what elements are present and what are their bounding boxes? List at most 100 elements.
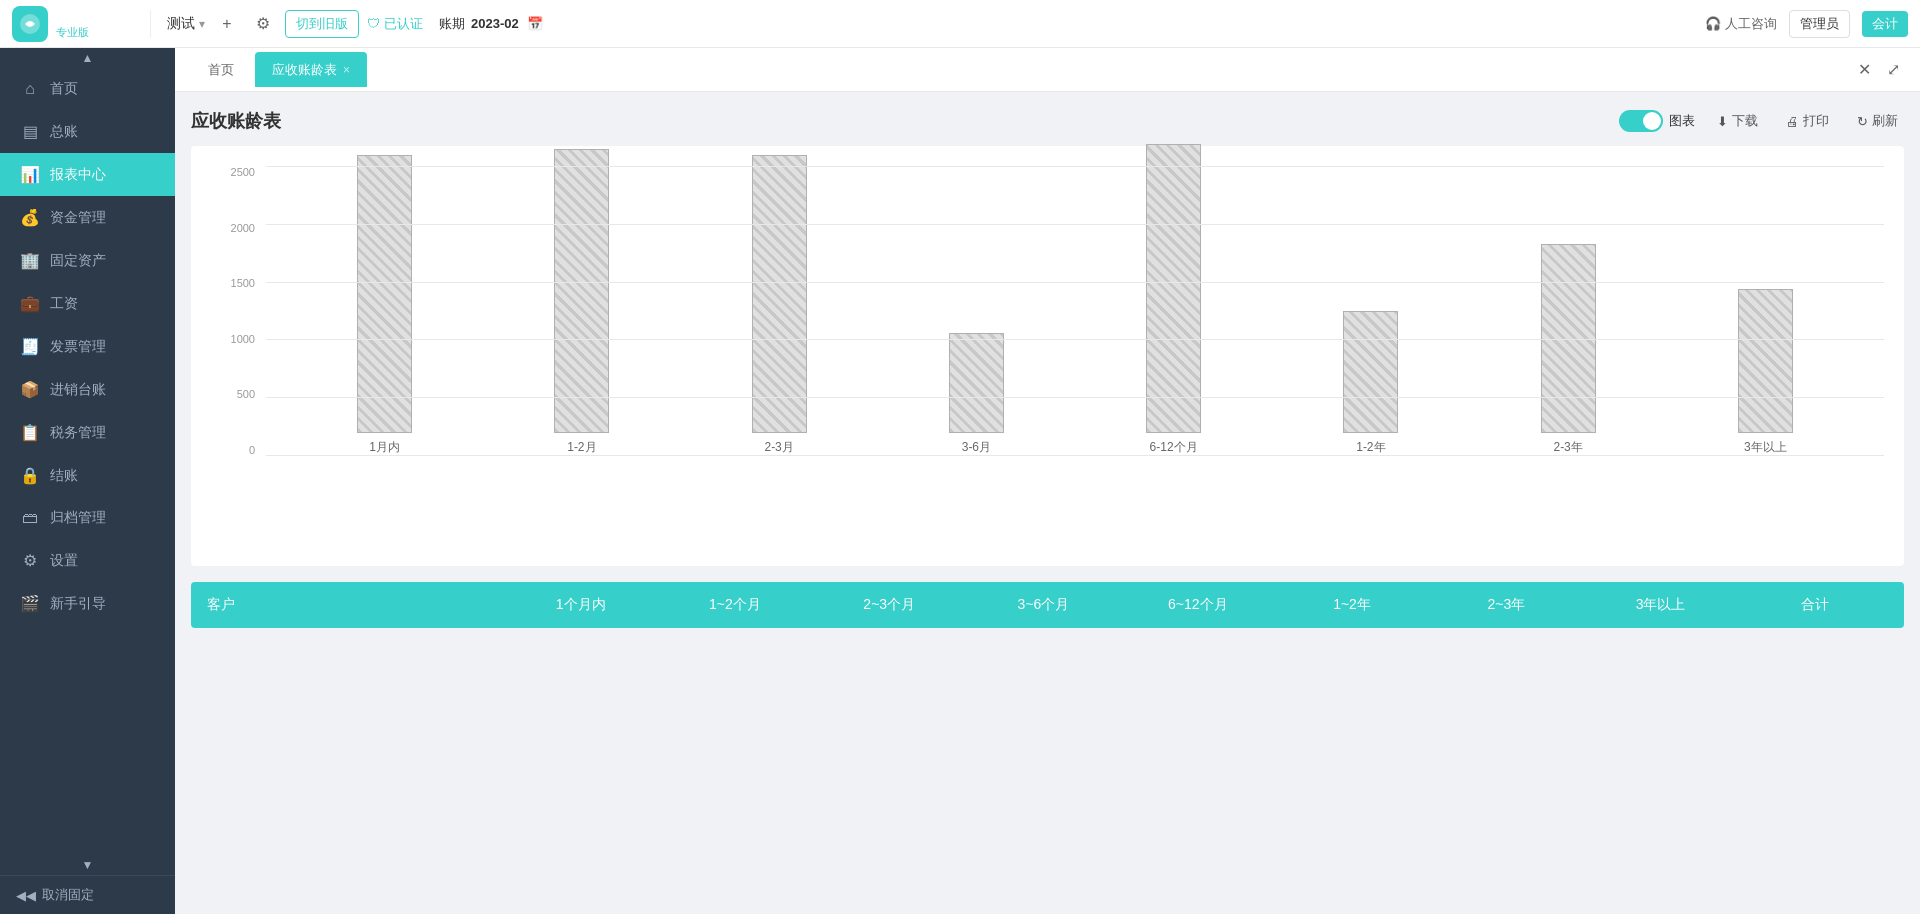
scroll-down-button[interactable]: ▼ <box>0 855 175 875</box>
add-button[interactable]: + <box>213 10 241 38</box>
refresh-icon: ↻ <box>1857 114 1868 129</box>
y-label: 1000 <box>211 333 261 345</box>
bar-label: 2-3年 <box>1553 439 1582 456</box>
user-button[interactable]: 管理员 <box>1789 10 1850 38</box>
bar-group-5: 6-12个月 <box>1146 144 1201 456</box>
sidebar-item-label: 工资 <box>50 295 78 313</box>
th-3year-plus: 3年以上 <box>1587 596 1733 614</box>
period-value: 2023-02 <box>471 16 519 31</box>
accountant-button[interactable]: 会计 <box>1862 11 1908 37</box>
y-label: 2000 <box>211 222 261 234</box>
tax-icon: 📋 <box>20 423 40 442</box>
bar-1月内 <box>357 155 412 433</box>
y-label: 0 <box>211 444 261 456</box>
ledger-icon: ▤ <box>20 122 40 141</box>
tabs-bar: 首页 应收账龄表 × ✕ ⤢ <box>175 48 1920 92</box>
sidebar-item-label: 资金管理 <box>50 209 106 227</box>
guide-icon: 🎬 <box>20 594 40 613</box>
bar-label: 1-2月 <box>567 439 596 456</box>
expand-panel-button[interactable]: ⤢ <box>1883 56 1904 83</box>
download-button[interactable]: ⬇ 下载 <box>1711 108 1764 134</box>
sidebar-item-home[interactable]: ⌂ 首页 <box>0 68 175 110</box>
settings-button[interactable]: ⚙ <box>249 10 277 38</box>
bar-group-8: 3年以上 <box>1738 289 1793 456</box>
consult-button[interactable]: 🎧 人工咨询 <box>1705 15 1777 33</box>
chart-container: 0 500 1000 1500 2000 2500 <box>191 146 1904 566</box>
unpin-icon: ◀◀ <box>16 888 36 903</box>
th-1-2year: 1~2年 <box>1279 596 1425 614</box>
sidebar-item-label: 进销台账 <box>50 381 106 399</box>
sidebar-item-capital[interactable]: 💰 资金管理 <box>0 196 175 239</box>
bars-container: 1月内 1-2月 2-3月 <box>266 166 1884 456</box>
unpin-sidebar-button[interactable]: ◀◀ 取消固定 <box>0 875 175 914</box>
content-area: 首页 应收账龄表 × ✕ ⤢ 应收账龄表 <box>175 48 1920 914</box>
chevron-down-icon: ▾ <box>199 17 205 31</box>
scroll-up-button[interactable]: ▲ <box>0 48 175 68</box>
sidebar-item-label: 设置 <box>50 552 78 570</box>
tab-label: 应收账龄表 <box>272 61 337 79</box>
th-customer: 客户 <box>207 596 500 614</box>
y-label: 1500 <box>211 277 261 289</box>
chart-toggle[interactable] <box>1619 110 1663 132</box>
sidebar-scroll: ⌂ 首页 ▤ 总账 📊 报表中心 💰 资金管理 🏢 固定资产 💼 工资 <box>0 68 175 855</box>
tab-ar-aging[interactable]: 应收账龄表 × <box>255 52 367 87</box>
period-info: 账期 2023-02 📅 <box>439 15 543 33</box>
sidebar: ▲ ⌂ 首页 ▤ 总账 📊 报表中心 💰 资金管理 🏢 固定资产 <box>0 48 175 914</box>
close-panel-button[interactable]: ✕ <box>1854 56 1875 83</box>
calendar-icon[interactable]: 📅 <box>527 16 543 31</box>
print-button[interactable]: 🖨 打印 <box>1780 108 1835 134</box>
bar-2-3月 <box>752 155 807 433</box>
sidebar-item-salary[interactable]: 💼 工资 <box>0 282 175 325</box>
tab-home[interactable]: 首页 <box>191 52 251 87</box>
bar-group-1: 1月内 <box>357 155 412 456</box>
sidebar-item-archive[interactable]: 🗃 归档管理 <box>0 497 175 539</box>
tab-close-button[interactable]: × <box>343 63 350 77</box>
bar-1-2年 <box>1343 311 1398 433</box>
th-1-2month: 1~2个月 <box>662 596 808 614</box>
refresh-button[interactable]: ↻ 刷新 <box>1851 108 1904 134</box>
close-period-icon: 🔒 <box>20 466 40 485</box>
sidebar-item-label: 结账 <box>50 467 78 485</box>
bar-1-2月 <box>554 149 609 433</box>
page-header: 应收账龄表 图表 ⬇ 下载 🖨 打印 <box>191 108 1904 134</box>
sidebar-item-assets[interactable]: 🏢 固定资产 <box>0 239 175 282</box>
assets-icon: 🏢 <box>20 251 40 270</box>
logo-text: 畅捷通好会计 <box>56 7 134 25</box>
sidebar-item-tax[interactable]: 📋 税务管理 <box>0 411 175 454</box>
page-title: 应收账龄表 <box>191 109 281 133</box>
certified-badge: 🛡 已认证 <box>367 15 423 33</box>
page-content: 应收账龄表 图表 ⬇ 下载 🖨 打印 <box>175 92 1920 914</box>
bar-group-4: 3-6月 <box>949 333 1004 456</box>
settings-icon: ⚙ <box>20 551 40 570</box>
sidebar-item-stock[interactable]: 📦 进销台账 <box>0 368 175 411</box>
sidebar-item-label: 总账 <box>50 123 78 141</box>
sidebar-item-invoice[interactable]: 🧾 发票管理 <box>0 325 175 368</box>
y-label: 500 <box>211 388 261 400</box>
sidebar-item-label: 税务管理 <box>50 424 106 442</box>
sidebar-item-settings[interactable]: ⚙ 设置 <box>0 539 175 582</box>
bar-label: 1-2年 <box>1356 439 1385 456</box>
sidebar-item-ledger[interactable]: ▤ 总账 <box>0 110 175 153</box>
y-label: 2500 <box>211 166 261 178</box>
bar-label: 2-3月 <box>764 439 793 456</box>
logo-sub: 专业版 <box>56 25 134 40</box>
sidebar-item-report[interactable]: 📊 报表中心 <box>0 153 175 196</box>
shield-icon: 🛡 <box>367 16 380 31</box>
chart-plot-area: 1月内 1-2月 2-3月 <box>266 166 1884 456</box>
switch-version-button[interactable]: 切到旧版 <box>285 10 359 38</box>
sidebar-item-close[interactable]: 🔒 结账 <box>0 454 175 497</box>
th-3-6month: 3~6个月 <box>970 596 1116 614</box>
sidebar-item-label: 首页 <box>50 80 78 98</box>
sidebar-item-guide[interactable]: 🎬 新手引导 <box>0 582 175 625</box>
bar-2-3年 <box>1541 244 1596 433</box>
project-selector[interactable]: 测试 ▾ <box>167 15 205 33</box>
sidebar-item-label: 固定资产 <box>50 252 106 270</box>
download-icon: ⬇ <box>1717 114 1728 129</box>
data-table: 客户 1个月内 1~2个月 2~3个月 3~6个月 6~12个月 1~2年 2~… <box>191 582 1904 628</box>
y-axis: 0 500 1000 1500 2000 2500 <box>211 166 261 456</box>
top-header: 畅捷通好会计 专业版 测试 ▾ + ⚙ 切到旧版 🛡 已认证 账期 2023-0… <box>0 0 1920 48</box>
stock-icon: 📦 <box>20 380 40 399</box>
bar-3-6月 <box>949 333 1004 433</box>
table-header: 客户 1个月内 1~2个月 2~3个月 3~6个月 6~12个月 1~2年 2~… <box>191 582 1904 628</box>
bar-3年以上 <box>1738 289 1793 433</box>
